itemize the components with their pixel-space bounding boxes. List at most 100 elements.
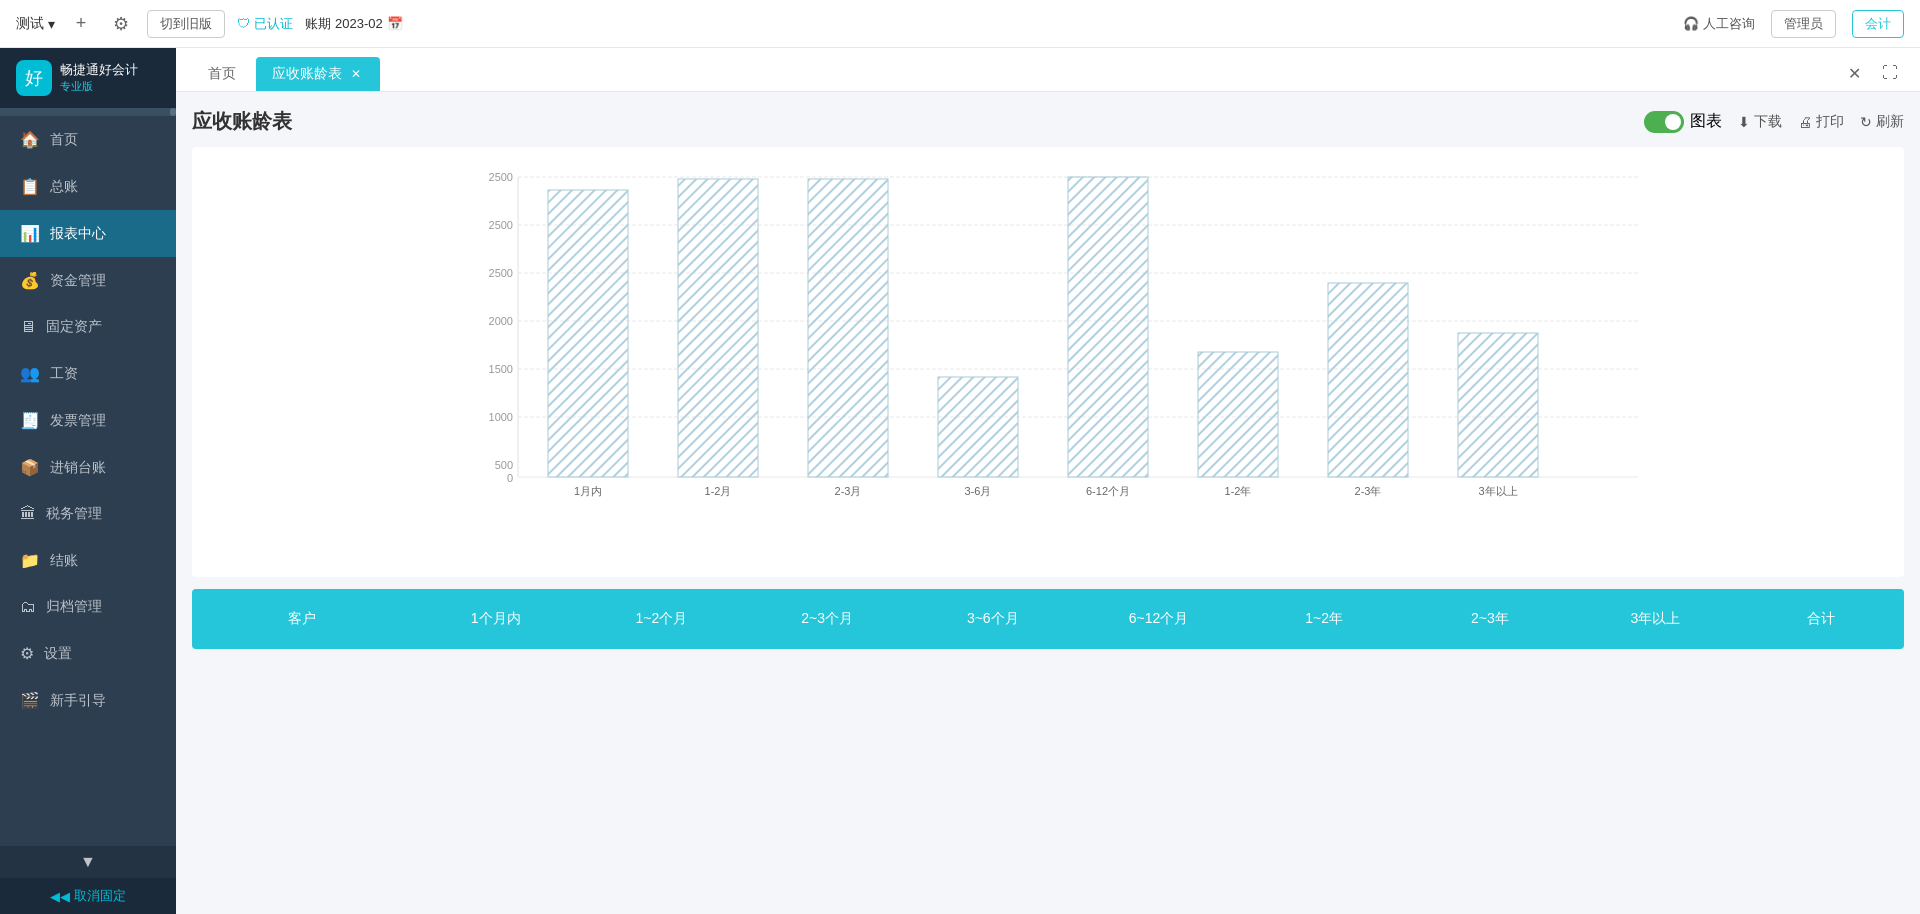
- sidebar-item-label-payroll: 工资: [50, 365, 78, 383]
- sidebar-item-label-guide: 新手引导: [50, 692, 106, 710]
- verified-badge: 🛡 已认证: [237, 15, 293, 33]
- tab-bar: 首页 应收账龄表 ✕ ✕ ⛶: [176, 48, 1920, 92]
- sidebar: 好 畅捷通好会计 专业版 🏠 首页 📋 总账 📊 报表中心 💰: [0, 48, 176, 914]
- reports-icon: 📊: [20, 224, 40, 243]
- svg-text:1000: 1000: [489, 411, 513, 423]
- accounting-button[interactable]: 会计: [1852, 10, 1904, 38]
- sidebar-item-label-purchase: 进销台账: [50, 459, 106, 477]
- dropdown-icon: ▾: [48, 16, 55, 32]
- download-label: 下载: [1754, 113, 1782, 131]
- home-icon: 🏠: [20, 130, 40, 149]
- sidebar-item-funds[interactable]: 💰 资金管理: [0, 257, 176, 304]
- sidebar-item-assets[interactable]: 🖥 固定资产: [0, 304, 176, 350]
- tab-home-label: 首页: [208, 65, 236, 83]
- headset-icon: 🎧: [1683, 16, 1699, 31]
- col-header-customer: 客户: [192, 589, 413, 649]
- sidebar-item-reports[interactable]: 📊 报表中心: [0, 210, 176, 257]
- purchase-icon: 📦: [20, 458, 40, 477]
- add-button[interactable]: +: [67, 10, 95, 38]
- svg-text:3-6月: 3-6月: [965, 485, 992, 497]
- sidebar-item-payroll[interactable]: 👥 工资: [0, 350, 176, 397]
- bar-6-12month: [1068, 177, 1148, 477]
- tab-close-button[interactable]: ✕: [1840, 59, 1868, 87]
- refresh-button[interactable]: ↻ 刷新: [1860, 113, 1904, 131]
- svg-text:3年以上: 3年以上: [1478, 485, 1517, 497]
- bar-2-3month: [808, 179, 888, 477]
- company-selector[interactable]: 测试 ▾: [16, 15, 55, 33]
- guide-icon: 🎬: [20, 691, 40, 710]
- svg-text:6-12个月: 6-12个月: [1086, 485, 1130, 497]
- sidebar-item-archive[interactable]: 🗂 归档管理: [0, 584, 176, 630]
- svg-text:2500: 2500: [489, 171, 513, 183]
- page-header: 应收账龄表 图表 ⬇ 下载 🖨 打印 ↻: [192, 108, 1904, 135]
- svg-text:2500: 2500: [489, 267, 513, 279]
- print-button[interactable]: 🖨 打印: [1798, 113, 1844, 131]
- svg-text:500: 500: [495, 459, 513, 471]
- sidebar-item-purchase[interactable]: 📦 进销台账: [0, 444, 176, 491]
- company-name: 测试: [16, 15, 44, 33]
- col-header-6-12month: 6~12个月: [1076, 589, 1242, 649]
- bar-3yearplus: [1458, 333, 1538, 477]
- consultation-button[interactable]: 🎧 人工咨询: [1683, 15, 1755, 33]
- page-title: 应收账龄表: [192, 108, 292, 135]
- header-right: 🎧 人工咨询 管理员 会计: [1683, 10, 1904, 38]
- print-icon: 🖨: [1798, 114, 1812, 130]
- chart-toggle[interactable]: [1644, 111, 1684, 133]
- consultation-text: 人工咨询: [1703, 15, 1755, 33]
- old-version-button[interactable]: 切到旧版: [147, 10, 225, 38]
- print-label: 打印: [1816, 113, 1844, 131]
- sidebar-item-ledger[interactable]: 📋 总账: [0, 163, 176, 210]
- content-area: 首页 应收账龄表 ✕ ✕ ⛶ 应收账龄表 图表: [176, 48, 1920, 914]
- period-value: 2023-02: [335, 16, 383, 31]
- sidebar-scroll-down[interactable]: ▼: [0, 846, 176, 878]
- sidebar-item-label-tax: 税务管理: [46, 505, 102, 523]
- sidebar-item-label-settings: 设置: [44, 645, 72, 663]
- tab-home[interactable]: 首页: [192, 57, 252, 91]
- bar-chart: 2500 2500 2500 2000 1500 1000 500 0: [252, 167, 1864, 527]
- sidebar-item-label-assets: 固定资产: [46, 318, 102, 336]
- sidebar-item-tax[interactable]: 🏛 税务管理: [0, 491, 176, 537]
- cancel-fixed-button[interactable]: ◀◀ 取消固定: [0, 878, 176, 914]
- col-header-3yearplus: 3年以上: [1573, 589, 1739, 649]
- tab-ar-aging-label: 应收账龄表: [272, 65, 342, 83]
- col-header-1month: 1个月内: [413, 589, 579, 649]
- sidebar-item-guide[interactable]: 🎬 新手引导: [0, 677, 176, 724]
- sidebar-item-label-home: 首页: [50, 131, 78, 149]
- settings-nav-icon: ⚙: [20, 644, 34, 663]
- svg-text:1-2月: 1-2月: [705, 485, 732, 497]
- calendar-icon[interactable]: 📅: [387, 16, 403, 31]
- sidebar-item-close[interactable]: 📁 结账: [0, 537, 176, 584]
- invoices-icon: 🧾: [20, 411, 40, 430]
- main-layout: 好 畅捷通好会计 专业版 🏠 首页 📋 总账 📊 报表中心 💰: [0, 48, 1920, 914]
- sidebar-item-label-close: 结账: [50, 552, 78, 570]
- tab-ar-aging-close[interactable]: ✕: [348, 66, 364, 82]
- settings-icon[interactable]: ⚙: [107, 10, 135, 38]
- sidebar-item-home[interactable]: 🏠 首页: [0, 116, 176, 163]
- tab-expand-button[interactable]: ⛶: [1876, 59, 1904, 87]
- sidebar-item-invoices[interactable]: 🧾 发票管理: [0, 397, 176, 444]
- svg-text:2000: 2000: [489, 315, 513, 327]
- payroll-icon: 👥: [20, 364, 40, 383]
- svg-text:2-3年: 2-3年: [1355, 485, 1382, 497]
- tab-ar-aging[interactable]: 应收账龄表 ✕: [256, 57, 380, 91]
- tax-icon: 🏛: [20, 505, 36, 523]
- shield-icon: 🛡: [237, 16, 250, 31]
- download-button[interactable]: ⬇ 下载: [1738, 113, 1782, 131]
- bar-2-3year: [1328, 283, 1408, 477]
- assets-icon: 🖥: [20, 318, 36, 336]
- refresh-label: 刷新: [1876, 113, 1904, 131]
- svg-text:1月内: 1月内: [574, 485, 602, 497]
- bar-1-2month: [678, 179, 758, 477]
- bar-1-2year: [1198, 352, 1278, 477]
- period-info: 账期 2023-02 📅: [305, 15, 403, 33]
- admin-button[interactable]: 管理员: [1771, 10, 1836, 38]
- col-header-2-3month: 2~3个月: [744, 589, 910, 649]
- archive-icon: 🗂: [20, 598, 36, 616]
- svg-text:1-2年: 1-2年: [1225, 485, 1252, 497]
- refresh-icon: ↻: [1860, 114, 1872, 130]
- logo-area: 好 畅捷通好会计 专业版: [0, 48, 176, 108]
- sidebar-item-settings[interactable]: ⚙ 设置: [0, 630, 176, 677]
- verified-text: 已认证: [254, 15, 293, 33]
- table-header: 客户 1个月内 1~2个月 2~3个月 3~6个月 6~12个月 1~2年 2~…: [192, 589, 1904, 649]
- sidebar-item-label-funds: 资金管理: [50, 272, 106, 290]
